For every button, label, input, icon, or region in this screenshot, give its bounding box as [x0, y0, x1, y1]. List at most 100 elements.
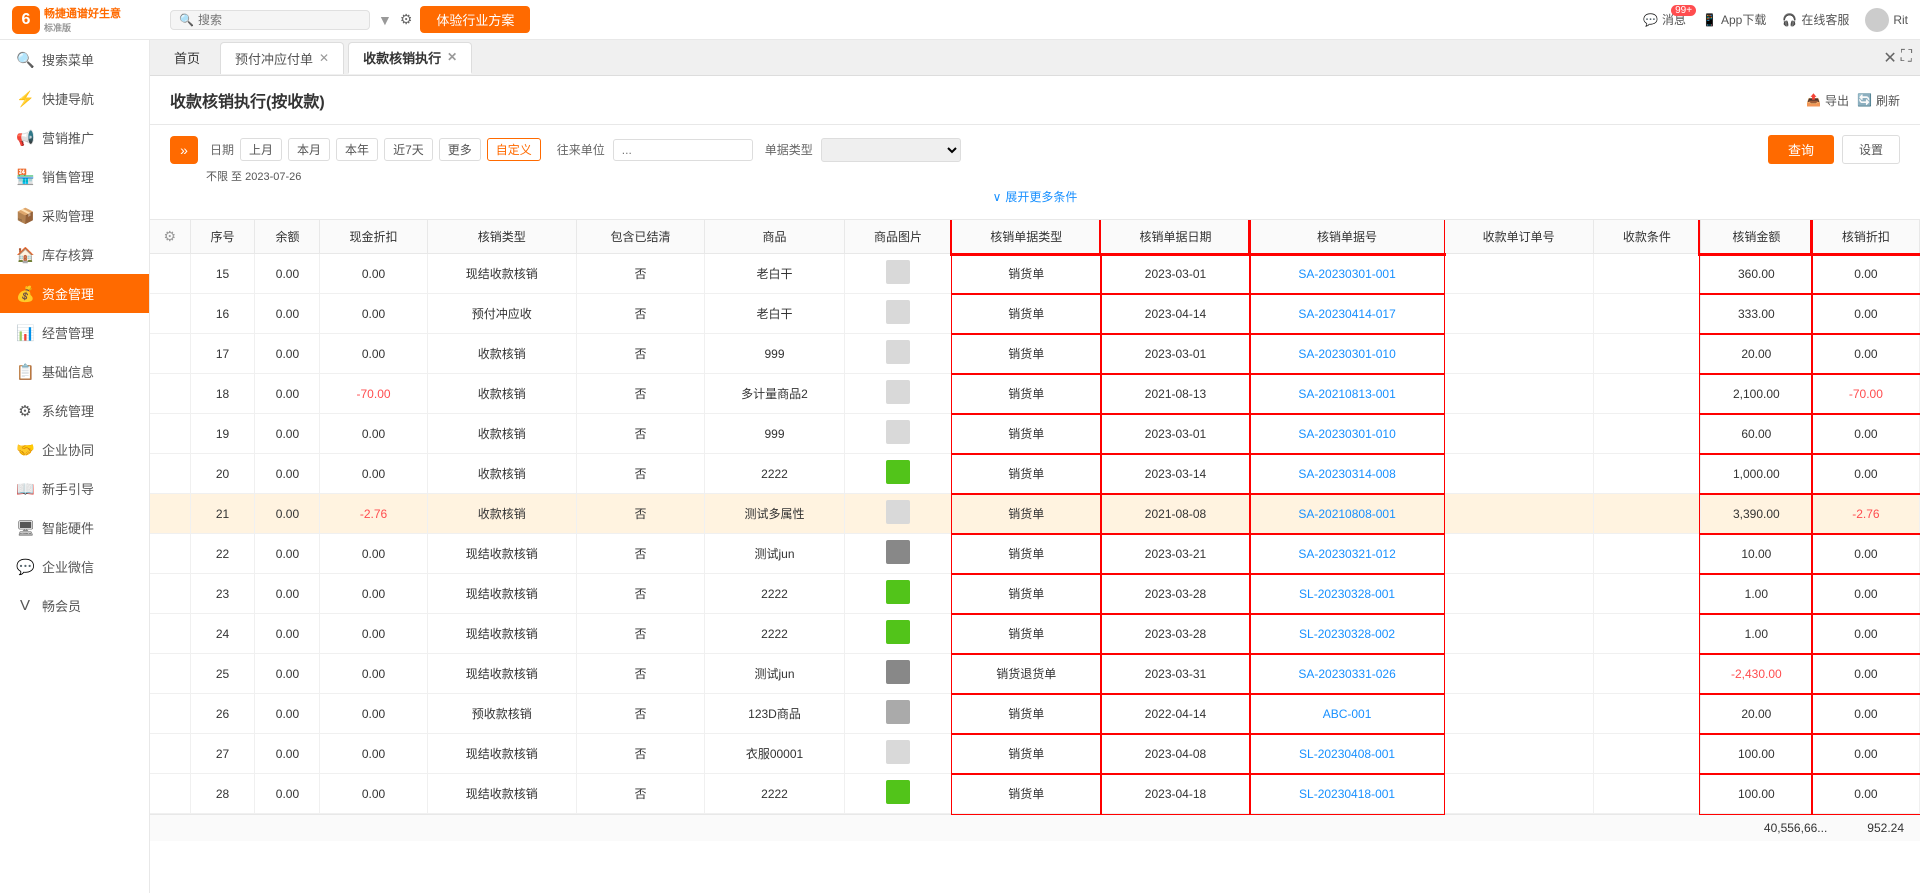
sidebar-item-smart[interactable]: 🖥 智能硬件 — [0, 508, 149, 547]
cell-writeoff-discount: 0.00 — [1812, 454, 1919, 494]
sidebar-item-operations[interactable]: 📊 经营管理 — [0, 313, 149, 352]
date-more-btn[interactable]: 更多 — [439, 138, 481, 161]
table-row: 21 0.00 -2.76 收款核销 否 测试多属性 销货单 2021-08-0… — [150, 494, 1920, 534]
cell-writeoff-no: SA-20230321-012 — [1250, 534, 1444, 574]
tab-collect[interactable]: 收款核销执行 ✕ — [348, 42, 472, 74]
tab-prepay-label: 预付冲应付单 — [235, 49, 313, 68]
writeoff-no-link[interactable]: SA-20230301-010 — [1298, 347, 1395, 361]
settings-icon[interactable]: ⚙ — [400, 11, 413, 28]
date-last-month-btn[interactable]: 上月 — [240, 138, 282, 161]
export-button[interactable]: 📤 导出 — [1806, 92, 1849, 109]
expand-more-btn[interactable]: ∨ 展开更多条件 — [993, 188, 1078, 205]
sidebar-item-basic[interactable]: 📋 基础信息 — [0, 352, 149, 391]
cell-goods: 123D商品 — [705, 694, 845, 734]
writeoff-no-link[interactable]: SL-20230418-001 — [1299, 787, 1395, 801]
cell-writeoff-amount: 2,100.00 — [1700, 374, 1812, 414]
trial-button[interactable]: 体验行业方案 — [420, 6, 530, 33]
gear-icon[interactable]: ⚙ — [163, 228, 176, 244]
sidebar-item-finance[interactable]: 💰 资金管理 — [0, 274, 149, 313]
cell-writeoff-no: SL-20230328-001 — [1250, 574, 1444, 614]
dropdown-arrow[interactable]: ▼ — [378, 12, 392, 28]
cell-writeoff-date: 2021-08-13 — [1101, 374, 1250, 414]
cell-writeoff-type: 销货单 — [952, 614, 1101, 654]
cell-writeoff-no: SA-20230301-010 — [1250, 334, 1444, 374]
partner-input[interactable] — [613, 139, 753, 161]
cell-writeoff-type: 销货单 — [952, 374, 1101, 414]
sidebar-item-label: 资金管理 — [42, 284, 94, 303]
tab-home[interactable]: 首页 — [158, 44, 216, 71]
query-button[interactable]: 查询 — [1768, 135, 1834, 164]
main-layout: 🔍 搜索菜单 ⚡ 快捷导航 📢 营销推广 🏪 销售管理 📦 采购管理 🏠 库存核… — [0, 40, 1920, 893]
tab-prepay[interactable]: 预付冲应付单 ✕ — [220, 42, 344, 74]
sidebar-item-label: 企业微信 — [42, 557, 94, 576]
action-buttons: 查询 设置 — [1768, 135, 1900, 164]
date-this-month-btn[interactable]: 本月 — [288, 138, 330, 161]
cell-goods-img — [844, 694, 951, 734]
sidebar-item-shortcut[interactable]: ⚡ 快捷导航 — [0, 79, 149, 118]
cell-included: 否 — [576, 774, 704, 814]
date-custom-btn[interactable]: 自定义 — [487, 138, 541, 161]
sidebar-item-enterprise[interactable]: 🤝 企业协同 — [0, 430, 149, 469]
sidebar-item-marketing[interactable]: 📢 营销推广 — [0, 118, 149, 157]
message-button[interactable]: 💬 消息 99+ — [1643, 11, 1686, 28]
user-area[interactable]: Rit — [1865, 8, 1908, 32]
online-service-button[interactable]: 🎧 在线客服 — [1782, 11, 1849, 28]
writeoff-no-link[interactable]: SL-20230408-001 — [1299, 747, 1395, 761]
doc-type-select[interactable] — [821, 138, 961, 162]
cell-included: 否 — [576, 614, 704, 654]
cell-receipt-cond — [1593, 774, 1700, 814]
tab-expand-icon[interactable]: ⛶ — [1901, 48, 1912, 68]
writeoff-no-link[interactable]: SA-20210813-001 — [1298, 387, 1395, 401]
date-7days-btn[interactable]: 近7天 — [384, 138, 433, 161]
refresh-button[interactable]: 🔄 刷新 — [1857, 92, 1900, 109]
cell-cash-discount: 0.00 — [320, 414, 427, 454]
tab-prepay-close[interactable]: ✕ — [319, 51, 329, 65]
writeoff-no-link[interactable]: SA-20230331-026 — [1298, 667, 1395, 681]
sidebar-item-purchase[interactable]: 📦 采购管理 — [0, 196, 149, 235]
setting-button[interactable]: 设置 — [1842, 135, 1900, 164]
tab-close-icon[interactable]: ✕ — [1883, 48, 1896, 68]
date-range-text: 不限 至 2023-07-26 — [206, 168, 301, 184]
search-input[interactable] — [198, 13, 348, 27]
cell-receipt-order — [1444, 254, 1593, 294]
writeoff-no-link[interactable]: SA-20230321-012 — [1298, 547, 1395, 561]
table-row: 20 0.00 0.00 收款核销 否 2222 销货单 2023-03-14 … — [150, 454, 1920, 494]
sidebar-item-label: 新手引导 — [42, 479, 94, 498]
sidebar-item-search[interactable]: 🔍 搜索菜单 — [0, 40, 149, 79]
cell-writeoff-discount: 0.00 — [1812, 414, 1919, 454]
writeoff-no-link[interactable]: SL-20230328-002 — [1299, 627, 1395, 641]
expand-sidebar-button[interactable]: » — [170, 136, 198, 164]
sidebar-item-inventory[interactable]: 🏠 库存核算 — [0, 235, 149, 274]
writeoff-no-link[interactable]: SA-20230414-017 — [1298, 307, 1395, 321]
sidebar-item-label: 基础信息 — [42, 362, 94, 381]
sidebar-item-member[interactable]: V 畅会员 — [0, 586, 149, 625]
search-box[interactable]: 🔍 — [170, 10, 370, 30]
cell-writeoff-amount: 60.00 — [1700, 414, 1812, 454]
app-download-button[interactable]: 📱 App下载 — [1702, 11, 1766, 28]
writeoff-no-link[interactable]: SA-20230314-008 — [1298, 467, 1395, 481]
cell-receipt-cond — [1593, 694, 1700, 734]
cell-writeoff-discount: 0.00 — [1812, 534, 1919, 574]
cell-writeoff-date: 2023-03-01 — [1101, 334, 1250, 374]
writeoff-no-link[interactable]: SA-20230301-001 — [1298, 267, 1395, 281]
top-bar: 6 畅捷通谱好生意 标准版 🔍 ▼ ⚙ 体验行业方案 💬 消息 99+ 📱 Ap… — [0, 0, 1920, 40]
cell-goods-img — [844, 334, 951, 374]
message-badge: 99+ — [1671, 5, 1696, 16]
writeoff-no-link[interactable]: ABC-001 — [1323, 707, 1372, 721]
sidebar-item-system[interactable]: ⚙ 系统管理 — [0, 391, 149, 430]
writeoff-no-link[interactable]: SA-20230301-010 — [1298, 427, 1395, 441]
sidebar-item-guide[interactable]: 📖 新手引导 — [0, 469, 149, 508]
cell-receipt-order — [1444, 774, 1593, 814]
cell-goods-img — [844, 574, 951, 614]
cell-gear — [150, 494, 190, 534]
sidebar: 🔍 搜索菜单 ⚡ 快捷导航 📢 营销推广 🏪 销售管理 📦 采购管理 🏠 库存核… — [0, 40, 150, 893]
cell-type: 预收款核销 — [427, 694, 576, 734]
writeoff-no-link[interactable]: SA-20210808-001 — [1298, 507, 1395, 521]
cell-writeoff-discount: 0.00 — [1812, 654, 1919, 694]
tab-collect-close[interactable]: ✕ — [447, 50, 457, 64]
sidebar-item-sales[interactable]: 🏪 销售管理 — [0, 157, 149, 196]
sidebar-item-wechat[interactable]: 💬 企业微信 — [0, 547, 149, 586]
cell-gear — [150, 694, 190, 734]
date-this-year-btn[interactable]: 本年 — [336, 138, 378, 161]
writeoff-no-link[interactable]: SL-20230328-001 — [1299, 587, 1395, 601]
